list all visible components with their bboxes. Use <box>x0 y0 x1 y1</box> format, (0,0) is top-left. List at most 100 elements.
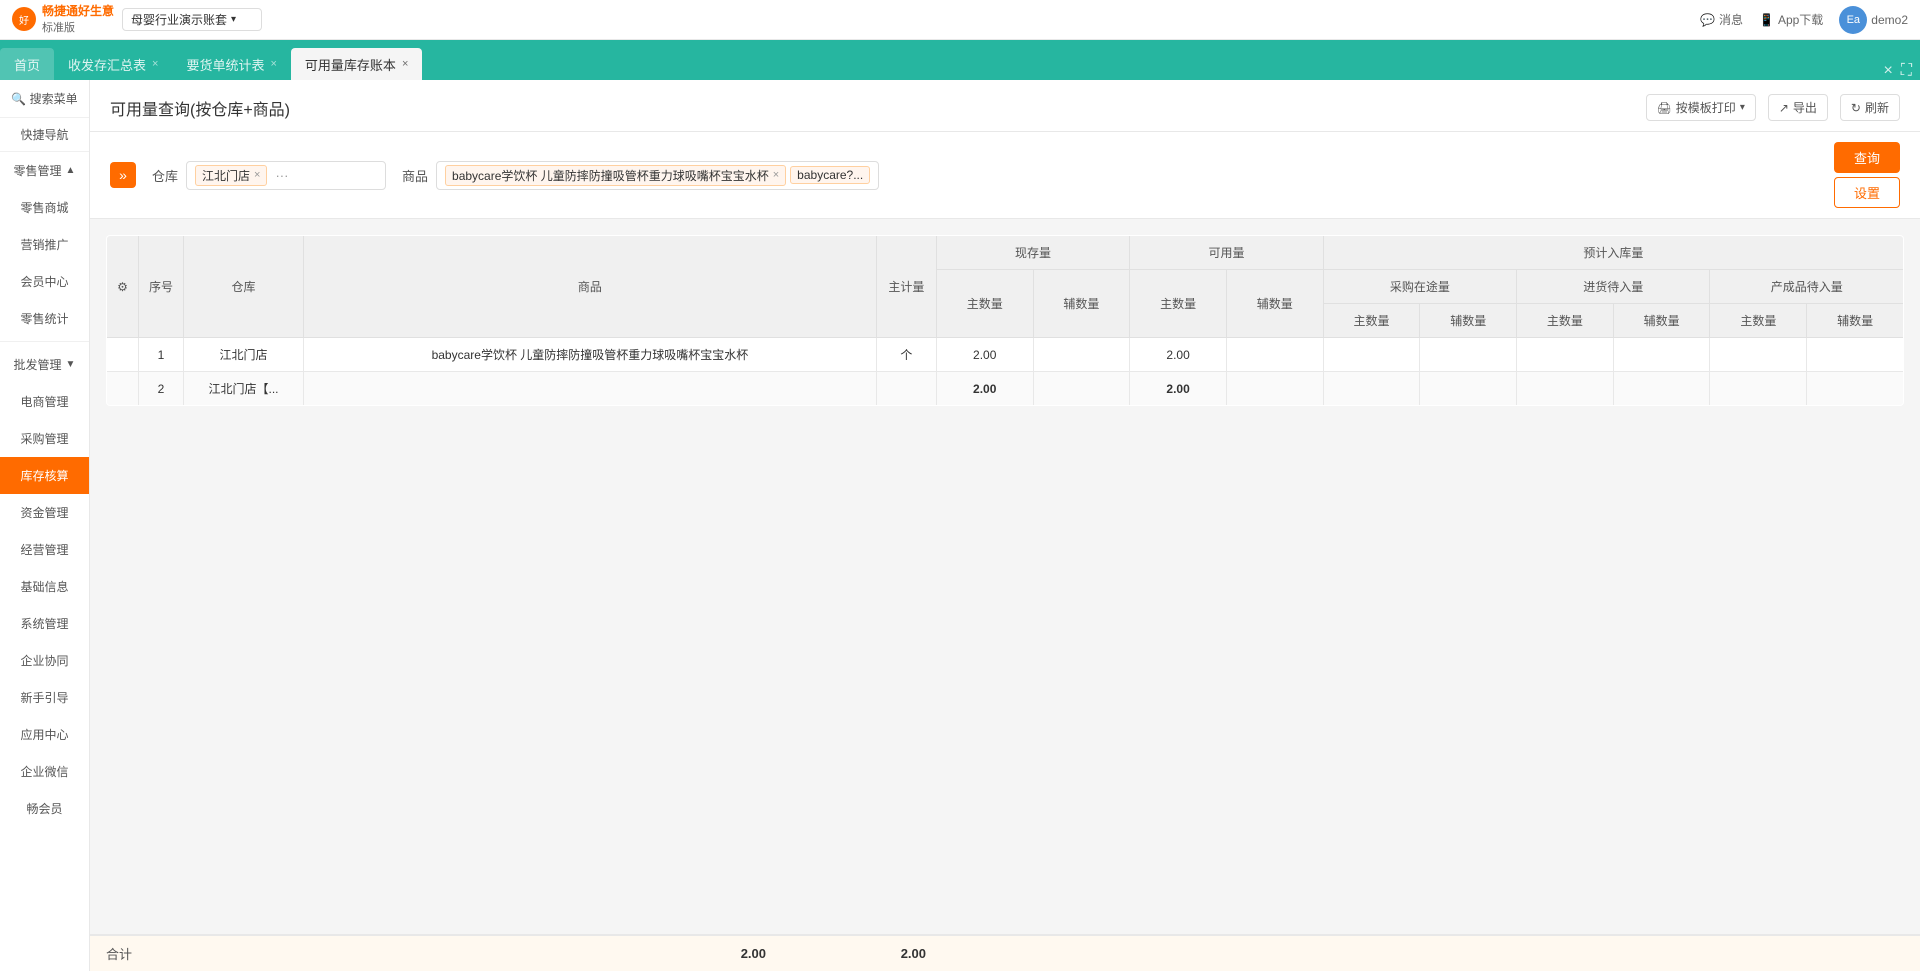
sidebar-system-label: 系统管理 <box>20 615 68 632</box>
sidebar-item-new-guide[interactable]: 新手引导 <box>0 679 89 716</box>
sidebar-search-label: 搜索菜单 <box>30 92 78 106</box>
sidebar-item-wholesale-mgmt[interactable]: 批发管理 ▼ <box>0 346 89 383</box>
logo-icon: 好 <box>12 7 36 31</box>
product-tag-2[interactable]: babycare?... <box>790 166 870 184</box>
warehouse-tag-1-remove[interactable]: × <box>254 169 260 181</box>
sidebar-item-ecommerce[interactable]: 电商管理 <box>0 383 89 420</box>
summary-current-main: 2.00 <box>686 946 766 961</box>
sidebar-item-app-center[interactable]: 应用中心 <box>0 716 89 753</box>
filter-toggle-button[interactable]: » <box>110 162 136 188</box>
th-production-main: 主数量 <box>1710 304 1807 338</box>
tab-receipt-summary-label: 收发存汇总表 <box>68 55 146 74</box>
layout: 🔍 搜索菜单 快捷导航 零售管理 ▲ 零售商城 营销推广 会员中心 零售统计 批… <box>0 80 1920 971</box>
sidebar-item-cooperation[interactable]: 企业协同 <box>0 642 89 679</box>
row-warehouse-2: 江北门店【... <box>184 372 304 406</box>
row-product-2 <box>304 372 877 406</box>
query-button[interactable]: 查询 <box>1834 142 1900 173</box>
user-menu[interactable]: Ea demo2 <box>1839 6 1908 34</box>
product-tag-2-text: babycare?... <box>797 168 863 182</box>
refresh-icon: ↻ <box>1851 101 1861 115</box>
print-chevron-icon: ▾ <box>1740 102 1745 113</box>
divider-1 <box>0 341 89 342</box>
row-settings-2[interactable] <box>107 372 139 406</box>
message-button[interactable]: 💬 消息 <box>1700 11 1743 28</box>
row-index-2: 2 <box>139 372 184 406</box>
sidebar-item-system[interactable]: 系统管理 <box>0 605 89 642</box>
logo-sub: 标准版 <box>42 19 114 35</box>
tab-home[interactable]: 首页 <box>0 48 54 80</box>
close-all-tabs-button[interactable]: × <box>1883 62 1892 80</box>
sidebar-item-finance[interactable]: 资金管理 <box>0 494 89 531</box>
sidebar: 🔍 搜索菜单 快捷导航 零售管理 ▲ 零售商城 营销推广 会员中心 零售统计 批… <box>0 80 90 971</box>
app-download-button[interactable]: 📱 App下载 <box>1759 11 1823 28</box>
th-current-stock: 现存量 <box>936 236 1129 270</box>
fullscreen-button[interactable]: ⛶ <box>1901 62 1912 80</box>
sidebar-item-chang-member[interactable]: 畅会员 <box>0 790 89 827</box>
row-available-aux <box>1226 338 1323 372</box>
print-template-label: 按模板打印 <box>1676 99 1736 116</box>
row-available-aux-2 <box>1226 372 1323 406</box>
row-settings[interactable] <box>107 338 139 372</box>
product-tag-1-text: babycare学饮杯 儿童防摔防撞吸管杯重力球吸嘴杯宝宝水杯 <box>452 167 769 184</box>
template-selector[interactable]: 母婴行业演示账套 ▾ <box>122 8 262 31</box>
tab-receipt-summary-close[interactable]: × <box>152 58 158 70</box>
sidebar-item-inventory[interactable]: 库存核算 <box>0 457 89 494</box>
sidebar-search[interactable]: 🔍 搜索菜单 <box>0 80 89 118</box>
sidebar-item-retail-mgmt[interactable]: 零售管理 ▲ <box>0 152 89 189</box>
tab-available-inventory[interactable]: 可用量库存账本 × <box>291 48 422 80</box>
refresh-button[interactable]: ↻ 刷新 <box>1840 94 1900 121</box>
logo-area: 好 畅捷通好生意 标准版 <box>12 4 114 34</box>
phone-icon: 📱 <box>1759 13 1774 27</box>
th-production-aux: 辅数量 <box>1807 304 1904 338</box>
nav-tabs: 首页 收发存汇总表 × 要货单统计表 × 可用量库存账本 × × ⛶ <box>0 40 1920 80</box>
tab-available-inventory-close[interactable]: × <box>402 58 408 70</box>
row-current-main-2: 2.00 <box>936 372 1033 406</box>
sidebar-retail-mgmt-label: 零售管理 <box>14 162 62 179</box>
sidebar-inventory-label: 库存核算 <box>20 467 68 484</box>
sidebar-item-operations[interactable]: 经营管理 <box>0 531 89 568</box>
sidebar-item-purchase[interactable]: 采购管理 <box>0 420 89 457</box>
tab-available-inventory-label: 可用量库存账本 <box>305 55 396 74</box>
chevron-icon: ▲ <box>66 165 76 176</box>
th-settings[interactable]: ⚙ <box>107 236 139 338</box>
sidebar-nav[interactable]: 快捷导航 <box>0 118 89 152</box>
settings-button[interactable]: 设置 <box>1834 177 1900 208</box>
warehouse-ellipsis[interactable]: ··· <box>271 168 292 183</box>
tab-purchase-stats[interactable]: 要货单统计表 × <box>172 48 290 80</box>
product-tag-1-remove[interactable]: × <box>773 169 779 181</box>
product-filter-group: 商品 babycare学饮杯 儿童防摔防撞吸管杯重力球吸嘴杯宝宝水杯 × bab… <box>402 161 879 190</box>
sidebar-item-marketing[interactable]: 营销推广 <box>0 226 89 263</box>
sidebar-item-enterprise-wechat[interactable]: 企业微信 <box>0 753 89 790</box>
sidebar-item-basics[interactable]: 基础信息 <box>0 568 89 605</box>
sidebar-item-retail-mall[interactable]: 零售商城 <box>0 189 89 226</box>
print-template-button[interactable]: 🖨 按模板打印 ▾ <box>1646 94 1756 121</box>
tab-receipt-summary[interactable]: 收发存汇总表 × <box>54 48 172 80</box>
row-purchase-transit-main-2 <box>1323 372 1420 406</box>
product-filter-label: 商品 <box>402 166 428 185</box>
data-table: ⚙ 序号 仓库 商品 主计量 现存量 可用量 预计入库量 主数量 辅数量 主数量… <box>106 235 1904 406</box>
sidebar-item-retail-stats[interactable]: 零售统计 <box>0 300 89 337</box>
product-tag-1[interactable]: babycare学饮杯 儿童防摔防撞吸管杯重力球吸嘴杯宝宝水杯 × <box>445 165 786 186</box>
product-filter-input[interactable]: babycare学饮杯 儿童防摔防撞吸管杯重力球吸嘴杯宝宝水杯 × babyca… <box>436 161 879 190</box>
th-index: 序号 <box>139 236 184 338</box>
row-incoming-aux-2 <box>1613 372 1710 406</box>
refresh-label: 刷新 <box>1865 99 1889 116</box>
filter-area: » 仓库 江北门店 × ··· 商品 babycare学饮杯 儿童防摔防撞吸管杯… <box>90 132 1920 219</box>
export-button[interactable]: ↗ 导出 <box>1768 94 1828 121</box>
sidebar-finance-label: 资金管理 <box>20 504 68 521</box>
main-content: 可用量查询(按仓库+商品) 🖨 按模板打印 ▾ ↗ 导出 ↻ 刷新 <box>90 80 1920 971</box>
filter-action-buttons: 查询 设置 <box>1834 142 1900 208</box>
warehouse-filter-input[interactable]: 江北门店 × ··· <box>186 161 386 190</box>
sidebar-purchase-label: 采购管理 <box>20 430 68 447</box>
sidebar-member-label: 会员中心 <box>20 273 68 290</box>
sidebar-operations-label: 经营管理 <box>20 541 68 558</box>
app-label: App下载 <box>1778 11 1823 28</box>
row-available-main-2: 2.00 <box>1130 372 1227 406</box>
th-production-pending: 产成品待入量 <box>1710 270 1904 304</box>
row-index: 1 <box>139 338 184 372</box>
tab-purchase-stats-close[interactable]: × <box>270 58 276 70</box>
export-label: 导出 <box>1793 99 1817 116</box>
warehouse-tag-1[interactable]: 江北门店 × <box>195 165 267 186</box>
th-purchase-transit-main: 主数量 <box>1323 304 1420 338</box>
sidebar-item-member[interactable]: 会员中心 <box>0 263 89 300</box>
